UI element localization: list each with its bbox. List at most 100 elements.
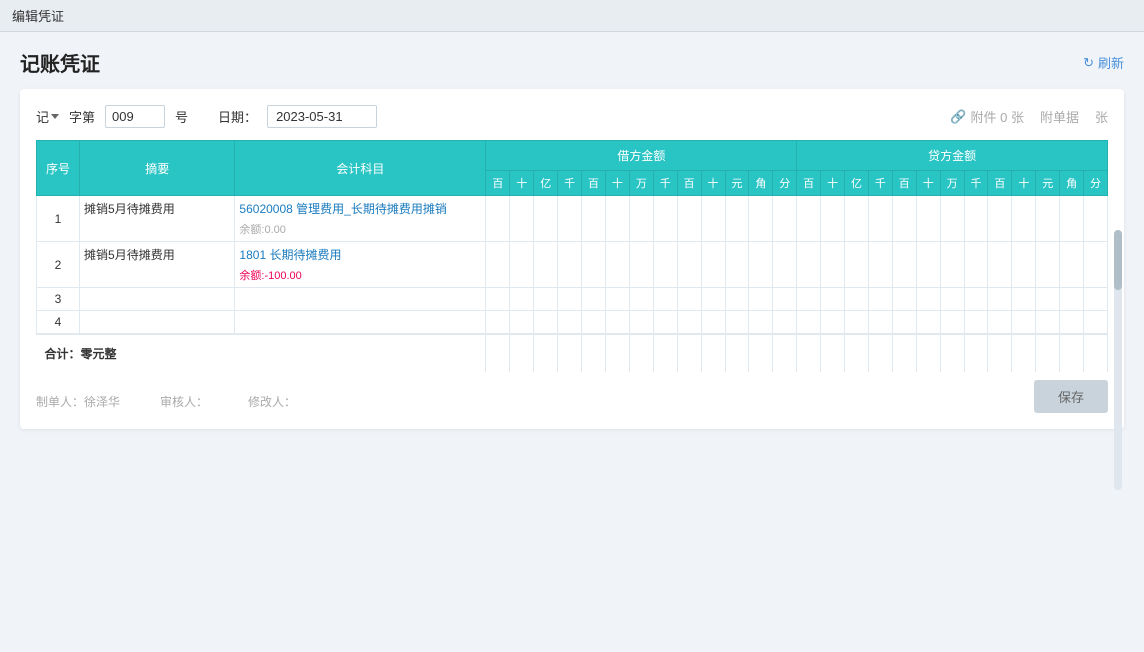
row-2-credit-8[interactable] [988,288,1012,311]
row-0-debit-12[interactable] [773,196,797,242]
row-1-credit-7[interactable] [964,242,988,288]
row-2-credit-6[interactable] [940,288,964,311]
row-0-debit-10[interactable] [725,196,749,242]
voucher-number-input[interactable] [105,105,165,128]
row-0-credit-11[interactable] [1060,196,1084,242]
row-0-credit-9[interactable] [1012,196,1036,242]
row-3-credit-8[interactable] [988,311,1012,335]
row-1-credit-8[interactable] [988,242,1012,288]
row-1-credit-3[interactable] [868,242,892,288]
row-2-debit-2[interactable] [534,288,558,311]
row-2-debit-11[interactable] [749,288,773,311]
row-1-credit-0[interactable] [797,242,821,288]
scrollbar[interactable] [1114,230,1122,490]
row-3-credit-11[interactable] [1060,311,1084,335]
row-2-credit-2[interactable] [845,288,869,311]
row-1-debit-0[interactable] [486,242,510,288]
row-3-debit-7[interactable] [653,311,677,335]
row-1-debit-3[interactable] [558,242,582,288]
row-3-credit-4[interactable] [892,311,916,335]
row-1-debit-8[interactable] [677,242,701,288]
row-2-credit-11[interactable] [1060,288,1084,311]
row-0-credit-10[interactable] [1036,196,1060,242]
row-0-credit-6[interactable] [940,196,964,242]
row-1-credit-5[interactable] [916,242,940,288]
row-3-credit-3[interactable] [868,311,892,335]
row-2-debit-7[interactable] [653,288,677,311]
row-1-credit-12[interactable] [1084,242,1108,288]
row-0-debit-0[interactable] [486,196,510,242]
row-3-credit-5[interactable] [916,311,940,335]
row-2-credit-9[interactable] [1012,288,1036,311]
row-2-credit-0[interactable] [797,288,821,311]
row-2-credit-10[interactable] [1036,288,1060,311]
row-1-debit-12[interactable] [773,242,797,288]
row-2-debit-10[interactable] [725,288,749,311]
row-0-credit-2[interactable] [845,196,869,242]
row-1-debit-2[interactable] [534,242,558,288]
row-2-debit-1[interactable] [510,288,534,311]
row-0-credit-12[interactable] [1084,196,1108,242]
row-3-debit-4[interactable] [582,311,606,335]
row-0-debit-1[interactable] [510,196,534,242]
row-2-credit-3[interactable] [868,288,892,311]
row-0-credit-8[interactable] [988,196,1012,242]
row-0-credit-7[interactable] [964,196,988,242]
row-account-3[interactable] [235,311,486,335]
row-account-2[interactable] [235,288,486,311]
row-0-debit-9[interactable] [701,196,725,242]
row-3-debit-8[interactable] [677,311,701,335]
row-0-credit-4[interactable] [892,196,916,242]
row-0-debit-8[interactable] [677,196,701,242]
row-account-0[interactable]: 56020008 管理费用_长期待摊费用摊销余额:0.00 [235,196,486,242]
refresh-button[interactable]: ↻ 刷新 [1083,53,1124,72]
row-1-credit-4[interactable] [892,242,916,288]
row-1-credit-6[interactable] [940,242,964,288]
row-summary-3[interactable] [80,311,235,335]
row-2-debit-9[interactable] [701,288,725,311]
row-2-credit-12[interactable] [1084,288,1108,311]
row-2-credit-5[interactable] [916,288,940,311]
date-input[interactable] [267,105,377,128]
row-3-credit-1[interactable] [821,311,845,335]
row-3-debit-1[interactable] [510,311,534,335]
row-1-credit-10[interactable] [1036,242,1060,288]
row-1-debit-1[interactable] [510,242,534,288]
row-0-debit-6[interactable] [629,196,653,242]
row-3-debit-10[interactable] [725,311,749,335]
row-1-debit-5[interactable] [605,242,629,288]
row-2-debit-8[interactable] [677,288,701,311]
row-1-credit-2[interactable] [845,242,869,288]
row-1-debit-11[interactable] [749,242,773,288]
voucher-type-button[interactable]: 记 [36,107,59,126]
row-1-credit-11[interactable] [1060,242,1084,288]
row-2-debit-0[interactable] [486,288,510,311]
row-account-1[interactable]: 1801 长期待摊费用余额:-100.00 [235,242,486,288]
row-3-debit-11[interactable] [749,311,773,335]
row-3-credit-10[interactable] [1036,311,1060,335]
row-summary-2[interactable] [80,288,235,311]
row-2-credit-7[interactable] [964,288,988,311]
row-3-credit-12[interactable] [1084,311,1108,335]
row-3-credit-9[interactable] [1012,311,1036,335]
row-0-credit-3[interactable] [868,196,892,242]
row-3-debit-5[interactable] [605,311,629,335]
row-0-debit-3[interactable] [558,196,582,242]
row-0-credit-0[interactable] [797,196,821,242]
row-1-debit-9[interactable] [701,242,725,288]
row-3-debit-3[interactable] [558,311,582,335]
row-2-debit-3[interactable] [558,288,582,311]
row-1-credit-9[interactable] [1012,242,1036,288]
save-button[interactable]: 保存 [1034,380,1108,413]
row-3-credit-7[interactable] [964,311,988,335]
row-1-debit-7[interactable] [653,242,677,288]
row-3-credit-6[interactable] [940,311,964,335]
row-0-credit-5[interactable] [916,196,940,242]
attachment-link[interactable]: 🔗 附件 0 张 [950,107,1024,126]
row-2-credit-1[interactable] [821,288,845,311]
row-3-credit-2[interactable] [845,311,869,335]
row-1-credit-1[interactable] [821,242,845,288]
row-3-credit-0[interactable] [797,311,821,335]
row-2-credit-4[interactable] [892,288,916,311]
row-3-debit-0[interactable] [486,311,510,335]
